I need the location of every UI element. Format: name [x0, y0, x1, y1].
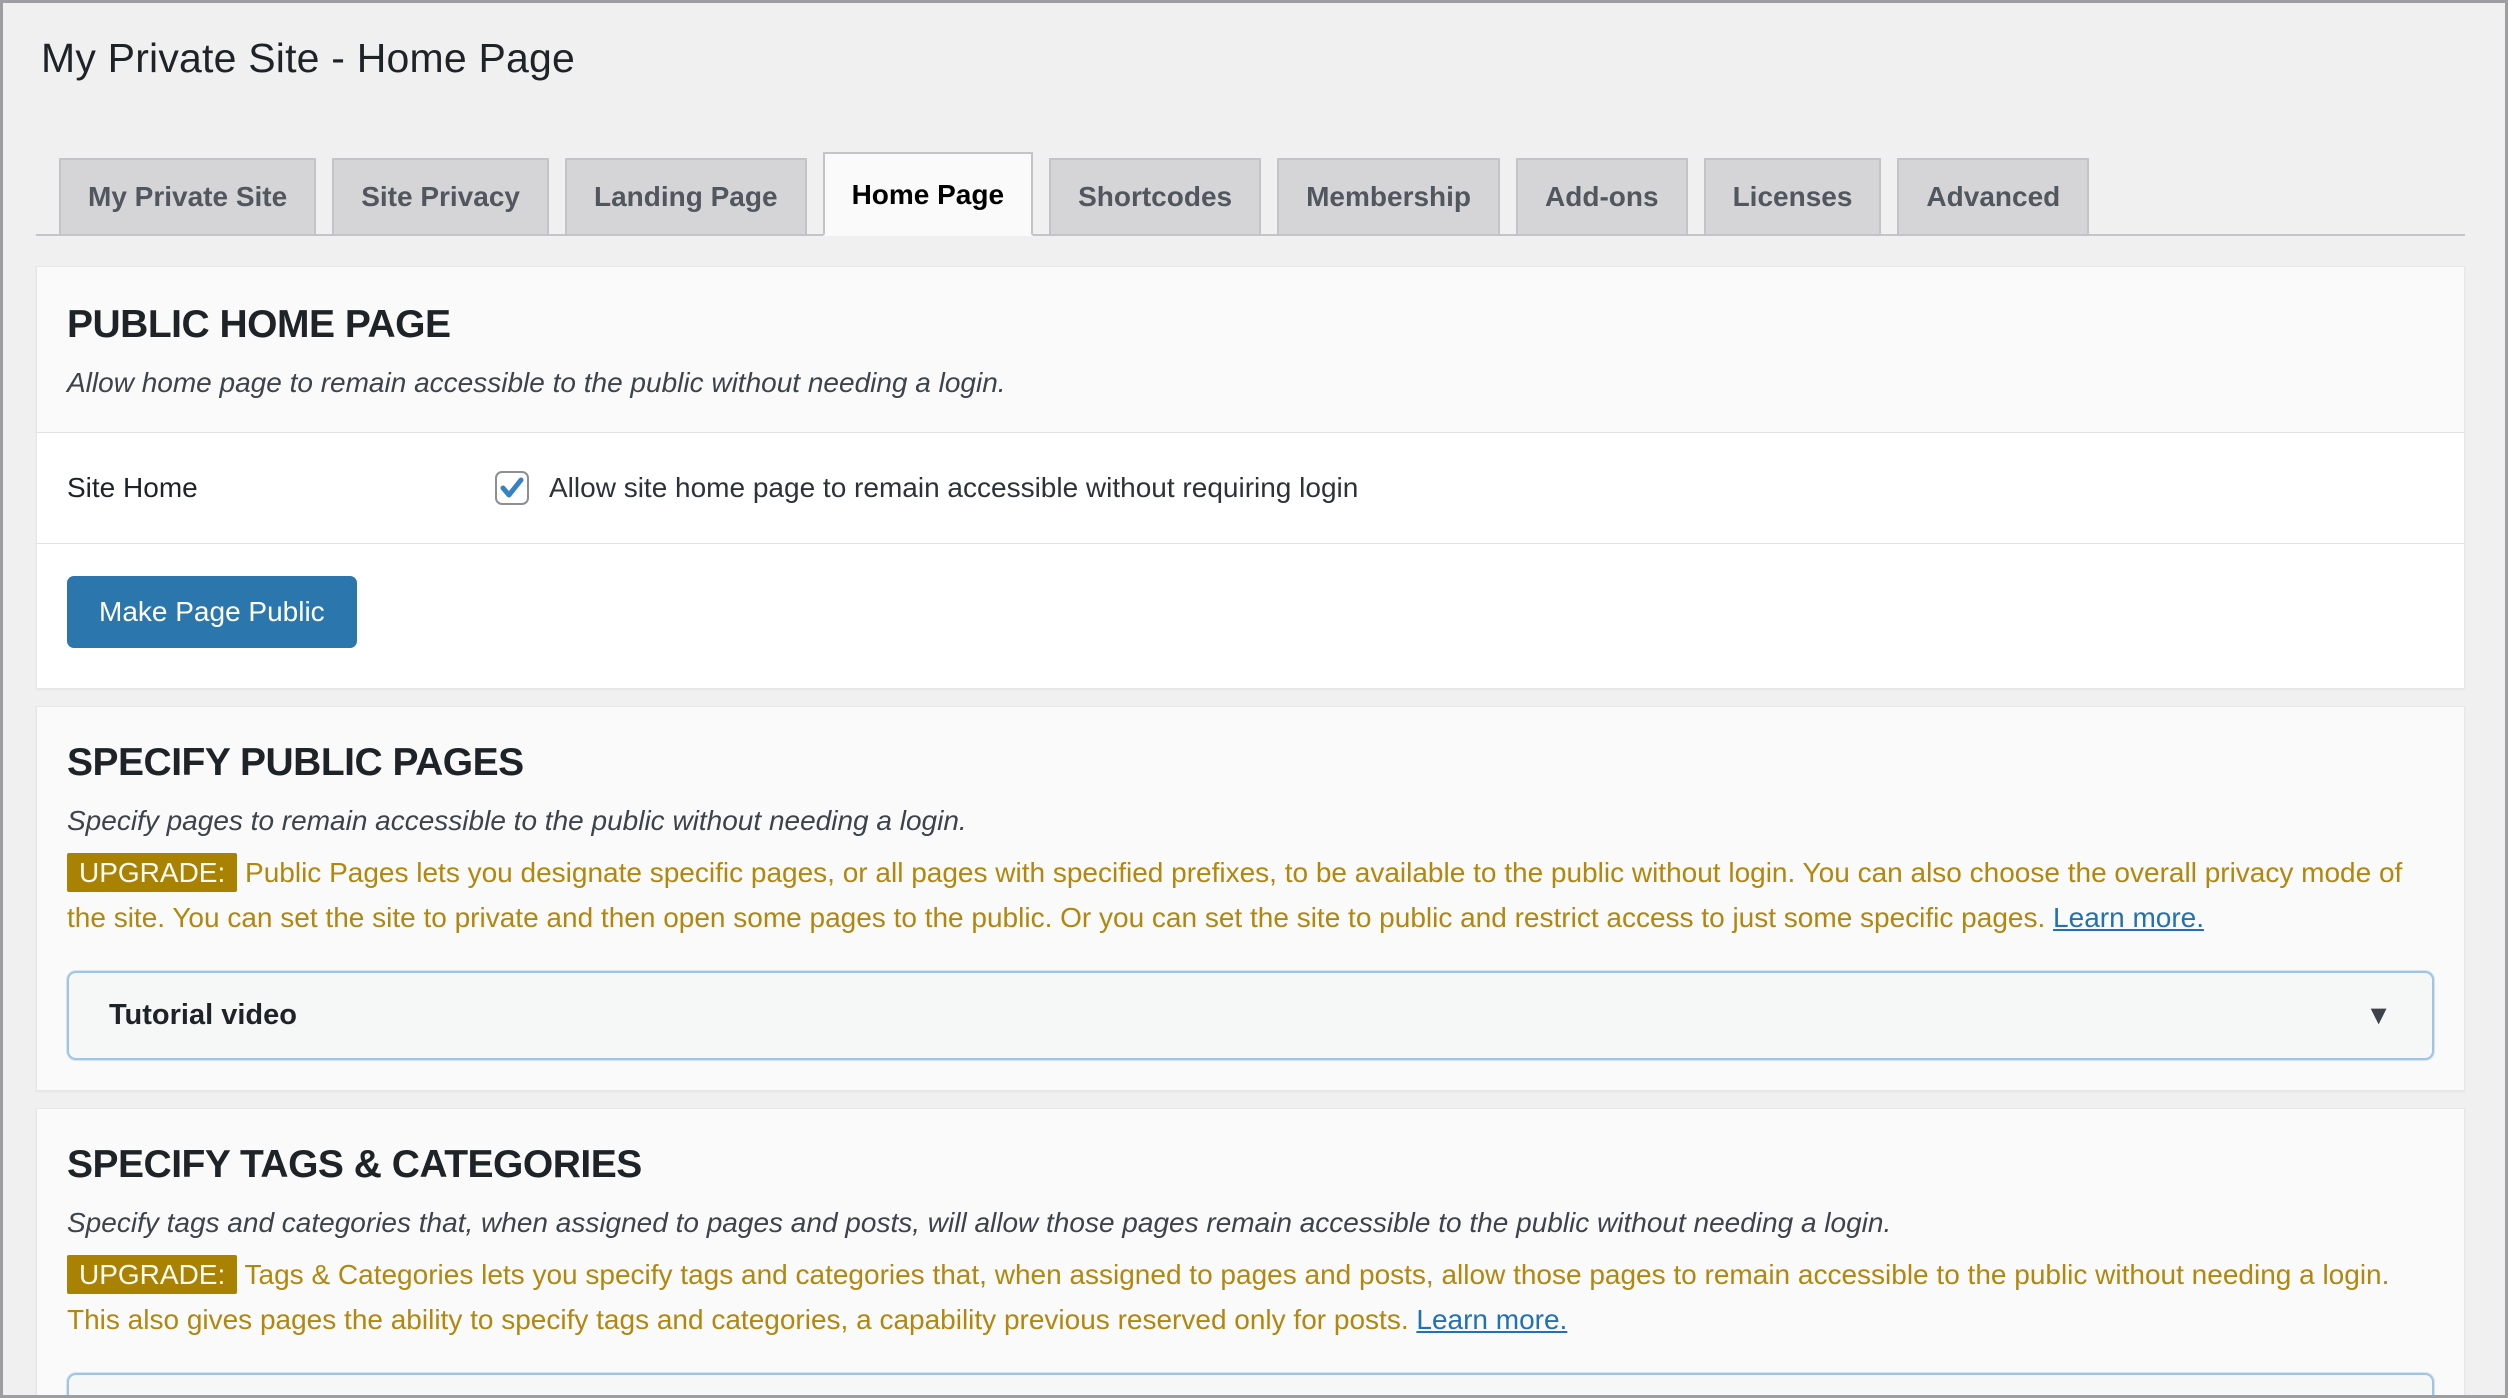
- upgrade-badge: UPGRADE:: [67, 1255, 237, 1294]
- section-specify-public-pages: SPECIFY PUBLIC PAGES Specify pages to re…: [36, 706, 2465, 1091]
- settings-content: PUBLIC HOME PAGE Allow home page to rema…: [36, 266, 2465, 1398]
- site-home-row: Site Home Allow site home page to remain…: [37, 432, 2464, 544]
- tutorial-video-accordion[interactable]: Tutorial video ▼: [67, 971, 2434, 1060]
- section-description: Specify tags and categories that, when a…: [67, 1203, 2434, 1244]
- page-title: My Private Site - Home Page: [41, 35, 2505, 82]
- tab-site-privacy[interactable]: Site Privacy: [332, 158, 549, 236]
- upgrade-badge: UPGRADE:: [67, 853, 237, 892]
- section-public-home-page: PUBLIC HOME PAGE Allow home page to rema…: [36, 266, 2465, 689]
- learn-more-link[interactable]: Learn more.: [1416, 1304, 1567, 1335]
- upgrade-notice: UPGRADE: Tags & Categories lets you spec…: [67, 1253, 2434, 1343]
- section-heading: PUBLIC HOME PAGE: [67, 303, 2434, 347]
- settings-window: My Private Site - Home Page My Private S…: [0, 0, 2508, 1398]
- tab-advanced[interactable]: Advanced: [1897, 158, 2089, 236]
- site-home-checkbox-label: Allow site home page to remain accessibl…: [549, 472, 1358, 504]
- section-header: PUBLIC HOME PAGE Allow home page to rema…: [37, 267, 2464, 432]
- section-description: Specify pages to remain accessible to th…: [67, 801, 2434, 842]
- tutorial-video-accordion[interactable]: Tutorial video ▼: [67, 1373, 2434, 1398]
- site-home-label: Site Home: [67, 472, 495, 504]
- tab-bar: My Private Site Site Privacy Landing Pag…: [36, 152, 2465, 236]
- make-page-public-button[interactable]: Make Page Public: [67, 576, 357, 648]
- learn-more-link[interactable]: Learn more.: [2053, 902, 2204, 933]
- section-heading: SPECIFY PUBLIC PAGES: [67, 741, 2434, 785]
- section-description: Allow home page to remain accessible to …: [67, 363, 2434, 404]
- site-home-checkbox[interactable]: [495, 471, 529, 505]
- button-area: Make Page Public: [37, 544, 2464, 688]
- tab-shortcodes[interactable]: Shortcodes: [1049, 158, 1261, 236]
- tab-membership[interactable]: Membership: [1277, 158, 1500, 236]
- tab-my-private-site[interactable]: My Private Site: [59, 158, 316, 236]
- tab-home-page[interactable]: Home Page: [823, 152, 1034, 236]
- checkmark-icon: [499, 475, 525, 501]
- site-home-control: Allow site home page to remain accessibl…: [495, 471, 1358, 505]
- tab-licenses[interactable]: Licenses: [1704, 158, 1882, 236]
- tab-landing-page[interactable]: Landing Page: [565, 158, 807, 236]
- accordion-label: Tutorial video: [109, 999, 297, 1032]
- upgrade-notice: UPGRADE: Public Pages lets you designate…: [67, 851, 2434, 941]
- chevron-down-icon: ▼: [2365, 1000, 2392, 1031]
- tab-add-ons[interactable]: Add-ons: [1516, 158, 1688, 236]
- upgrade-text: Tags & Categories lets you specify tags …: [67, 1259, 2389, 1335]
- section-specify-tags-categories: SPECIFY TAGS & CATEGORIES Specify tags a…: [36, 1108, 2465, 1398]
- section-heading: SPECIFY TAGS & CATEGORIES: [67, 1143, 2434, 1187]
